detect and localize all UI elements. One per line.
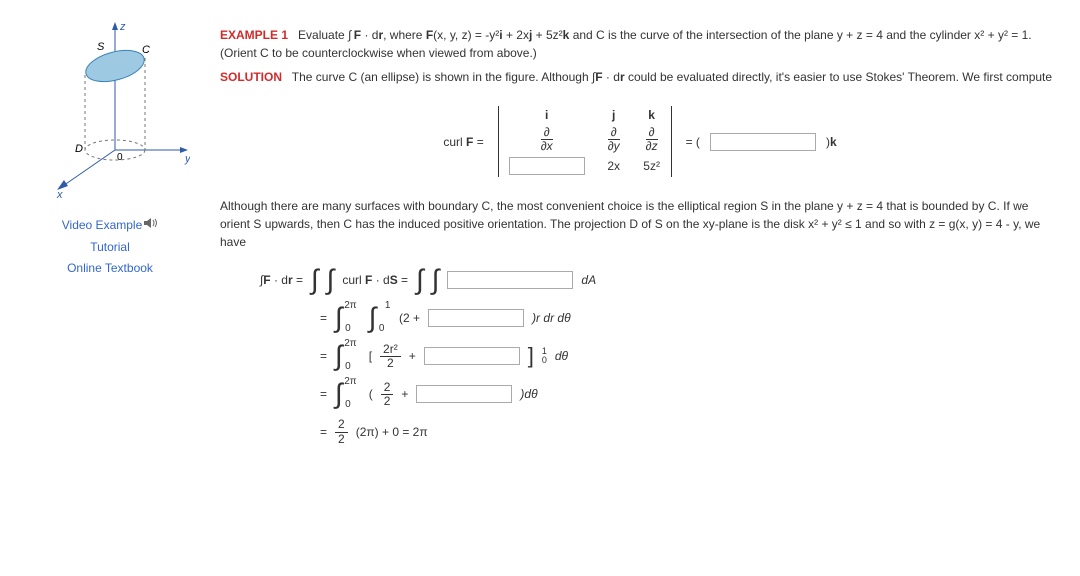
svg-text:x: x [56, 189, 63, 200]
det-ddx: ∂∂x [509, 126, 585, 153]
det-ddz: ∂∂z [643, 126, 661, 153]
solution-label: SOLUTION [220, 70, 282, 84]
determinant: i j k ∂∂x ∂∂y ∂∂z 2x 5z² [494, 106, 676, 177]
problem-statement: EXAMPLE 1 Evaluate ∫ F · dr, where F(x, … [220, 26, 1060, 62]
online-textbook-link[interactable]: Online Textbook [67, 261, 153, 275]
det-entry-3: 5z² [643, 159, 661, 173]
label-D: D [75, 143, 83, 155]
line-3: = ∫2π0 [ 2r²2 + ]10 dθ [320, 342, 1060, 370]
curl-result-input[interactable] [710, 133, 816, 151]
det-ddy: ∂∂y [605, 126, 623, 153]
det-j: j [605, 108, 623, 122]
svg-text:z: z [119, 21, 126, 33]
cylinder-figure: S C D 0 z y x [20, 20, 200, 200]
left-column: S C D 0 z y x Video Example Tutorial Onl… [20, 10, 200, 461]
det-entry-2: 2x [605, 159, 623, 173]
det-entry-1-input[interactable] [509, 157, 585, 175]
paragraph-2: Although there are many surfaces with bo… [220, 197, 1060, 251]
integrand-3-input[interactable] [424, 347, 520, 365]
video-example-link[interactable]: Video Example [62, 218, 159, 232]
solution-intro: SOLUTION The curve C (an ellipse) is sho… [220, 68, 1060, 86]
speaker-icon [144, 215, 158, 237]
label-C: C [142, 44, 150, 56]
result-equals: = ( [686, 135, 700, 149]
line-5: = 22 (2π) + 0 = 2π [320, 418, 1060, 445]
content-column: EXAMPLE 1 Evaluate ∫ F · dr, where F(x, … [200, 10, 1060, 461]
derivation: ∫F · dr = ∫∫ curl F · dS = ∫∫ dA = ∫2π0 … [260, 266, 1060, 445]
label-S: S [97, 41, 105, 53]
curl-determinant: curl F = i j k ∂∂x ∂∂y ∂∂z 2x 5z² = ( [220, 106, 1060, 177]
svg-text:0: 0 [117, 152, 123, 163]
line-4: = ∫2π0 ( 22 + )dθ [320, 380, 1060, 408]
resource-links: Video Example Tutorial Online Textbook [20, 215, 200, 280]
det-i: i [509, 108, 585, 122]
main-layout: S C D 0 z y x Video Example Tutorial Onl… [20, 10, 1060, 461]
det-k: k [643, 108, 661, 122]
curl-label: curl F = [443, 135, 483, 149]
tutorial-link[interactable]: Tutorial [90, 240, 130, 254]
cylinder-svg: S C D 0 z y x [30, 20, 190, 200]
video-link-text: Video Example [62, 218, 143, 232]
integrand-1-input[interactable] [447, 271, 573, 289]
line-2: = ∫2π0 ∫10 (2 + )r dr dθ [320, 304, 1060, 332]
integrand-4-input[interactable] [416, 385, 512, 403]
svg-text:y: y [184, 153, 190, 165]
line-1: ∫F · dr = ∫∫ curl F · dS = ∫∫ dA [260, 266, 1060, 294]
example-label: EXAMPLE 1 [220, 28, 288, 42]
result-close: )k [826, 135, 837, 149]
integrand-2-input[interactable] [428, 309, 524, 327]
